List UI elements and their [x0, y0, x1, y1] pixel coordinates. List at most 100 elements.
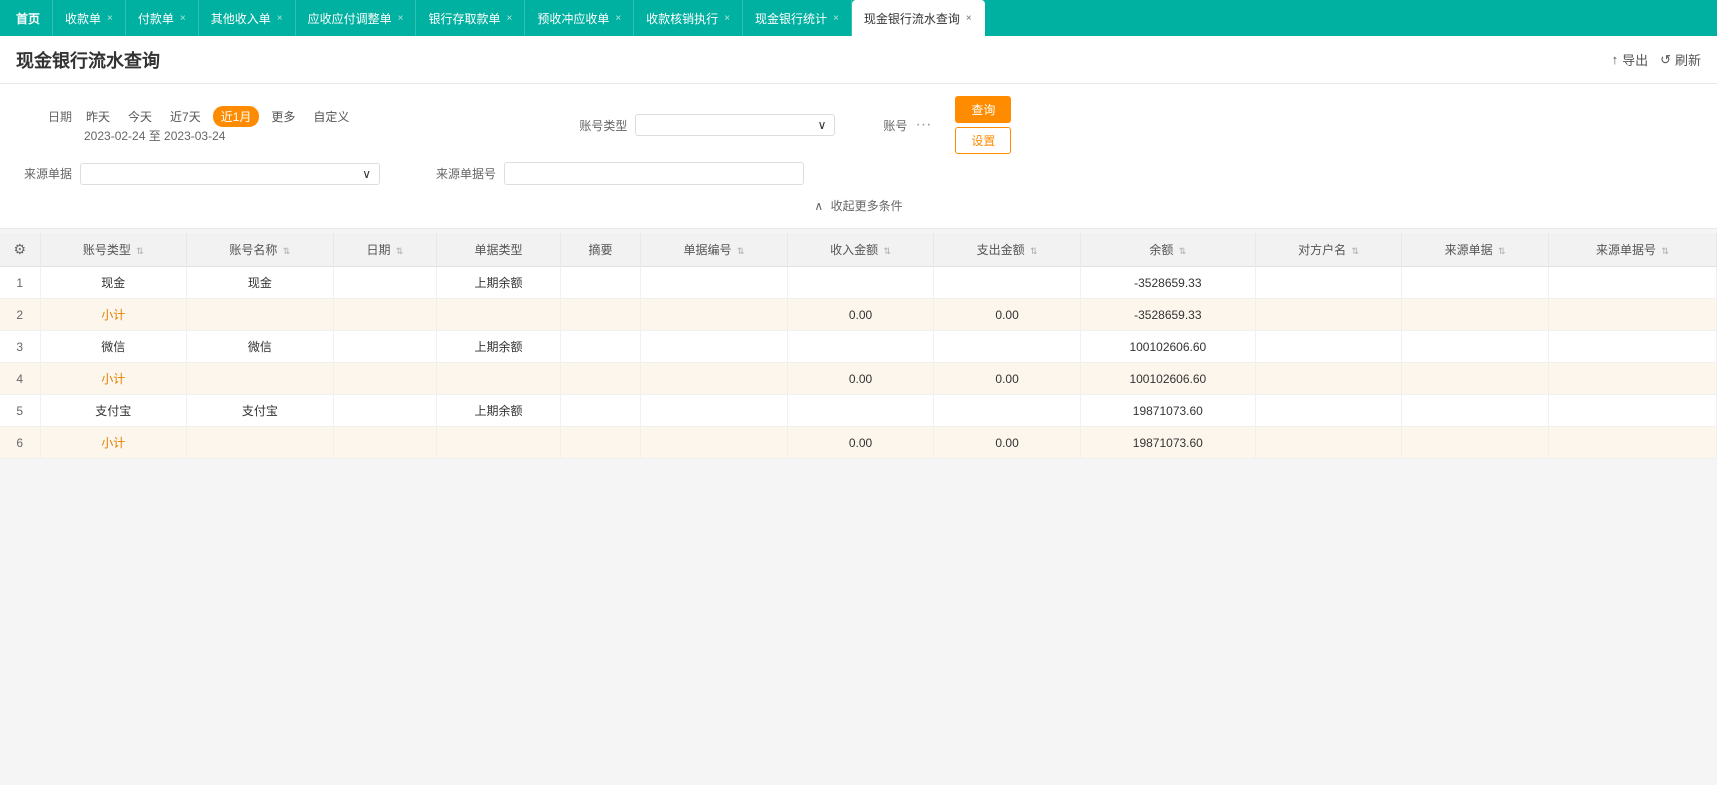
- column-settings-icon[interactable]: ⚙: [13, 241, 26, 257]
- th-doc-type[interactable]: 单据类型: [437, 233, 560, 267]
- th-doc-no[interactable]: 单据编号 ⇅: [641, 233, 788, 267]
- nav-tab-verify[interactable]: 收款核销执行 ×: [634, 0, 743, 36]
- th-doc-type-label: 单据类型: [474, 243, 522, 257]
- date-btn-custom[interactable]: 自定义: [307, 106, 355, 127]
- filter-row-1: 日期 昨天 今天 近7天 近1月 更多 自定义 2023-02-24 至 202…: [16, 96, 1701, 154]
- cell-income: [787, 331, 934, 363]
- th-counterparty[interactable]: 对方户名 ⇅: [1255, 233, 1402, 267]
- cell-source-doc-no: [1548, 395, 1716, 427]
- cell-balance: -3528659.33: [1080, 267, 1255, 299]
- cell-date: [333, 427, 437, 459]
- date-range-display: 2023-02-24 至 2023-03-24: [84, 127, 355, 144]
- sort-account-type-icon: ⇅: [136, 246, 144, 257]
- th-summary[interactable]: 摘要: [560, 233, 641, 267]
- page-title: 现金银行流水查询: [16, 47, 160, 73]
- th-source-doc-no-label: 来源单据号: [1596, 243, 1656, 257]
- close-other-income-icon[interactable]: ×: [277, 13, 283, 24]
- date-btn-more[interactable]: 更多: [265, 106, 301, 127]
- cell-account-name: 微信: [187, 331, 334, 363]
- th-account-name[interactable]: 账号名称 ⇅: [187, 233, 334, 267]
- nav-tab-receipt[interactable]: 收款单 ×: [53, 0, 126, 36]
- nav-tab-bank-stats[interactable]: 现金银行统计 ×: [743, 0, 852, 36]
- cell-date: [333, 363, 437, 395]
- cell-doc-type: [437, 299, 560, 331]
- close-payment-icon[interactable]: ×: [180, 13, 186, 24]
- account-type-select[interactable]: ∨: [635, 114, 835, 136]
- th-expense[interactable]: 支出金额 ⇅: [934, 233, 1081, 267]
- nav-tab-bank-flow[interactable]: 现金银行流水查询 ×: [852, 0, 985, 36]
- collapse-label: 收起更多条件: [831, 199, 903, 213]
- th-source-doc[interactable]: 来源单据 ⇅: [1402, 233, 1549, 267]
- cell-account-type: 小计: [40, 363, 187, 395]
- nav-tab-prepaid[interactable]: 预收冲应收单 ×: [525, 0, 634, 36]
- refresh-label: 刷新: [1675, 50, 1701, 69]
- close-verify-icon[interactable]: ×: [724, 13, 730, 24]
- cell-income: 0.00: [787, 299, 934, 331]
- table-row: 4小计0.000.00100102606.60: [0, 363, 1717, 395]
- nav-tab-home-label: 首页: [16, 10, 40, 27]
- data-table: ⚙ 账号类型 ⇅ 账号名称 ⇅ 日期 ⇅ 单据类型 摘要: [0, 233, 1717, 459]
- th-income[interactable]: 收入金额 ⇅: [787, 233, 934, 267]
- query-button[interactable]: 查询: [955, 96, 1011, 123]
- nav-tab-payment[interactable]: 付款单 ×: [126, 0, 199, 36]
- cell-expense: [934, 395, 1081, 427]
- close-receipt-icon[interactable]: ×: [107, 13, 113, 24]
- table-row: 5支付宝支付宝上期余额19871073.60: [0, 395, 1717, 427]
- cell-row-num: 4: [0, 363, 40, 395]
- account-dots-button[interactable]: ···: [915, 116, 931, 134]
- cell-account-type: 现金: [40, 267, 187, 299]
- settings-button[interactable]: 设置: [955, 127, 1011, 154]
- cell-account-name: [187, 427, 334, 459]
- cell-balance: 19871073.60: [1080, 427, 1255, 459]
- export-button[interactable]: ↑ 导出: [1612, 50, 1649, 69]
- th-source-doc-no[interactable]: 来源单据号 ⇅: [1548, 233, 1716, 267]
- refresh-button[interactable]: ↺ 刷新: [1660, 50, 1701, 69]
- export-icon: ↑: [1612, 52, 1619, 67]
- th-gear: ⚙: [0, 233, 40, 267]
- date-btn-today[interactable]: 今天: [122, 106, 158, 127]
- filter-row-2: 来源单据 ∨ 来源单据号: [16, 162, 1701, 185]
- cell-date: [333, 395, 437, 427]
- cell-date: [333, 267, 437, 299]
- close-prepaid-icon[interactable]: ×: [615, 13, 621, 24]
- cell-source-doc-no: [1548, 427, 1716, 459]
- cell-row-num: 5: [0, 395, 40, 427]
- th-counterparty-label: 对方户名: [1298, 243, 1346, 257]
- cell-summary: [560, 427, 641, 459]
- cell-income: [787, 267, 934, 299]
- th-balance[interactable]: 余额 ⇅: [1080, 233, 1255, 267]
- date-btn-7days[interactable]: 近7天: [164, 106, 207, 127]
- cell-account-name: 现金: [187, 267, 334, 299]
- source-doc-select[interactable]: ∨: [80, 163, 380, 185]
- close-bank-stats-icon[interactable]: ×: [833, 13, 839, 24]
- th-date[interactable]: 日期 ⇅: [333, 233, 437, 267]
- collapse-icon: ∧: [814, 199, 823, 213]
- nav-tab-bank-deposit-label: 银行存取款单: [428, 10, 500, 27]
- th-income-label: 收入金额: [830, 243, 878, 257]
- cell-source-doc-no: [1548, 267, 1716, 299]
- date-btn-yesterday[interactable]: 昨天: [80, 106, 116, 127]
- cell-doc-no: [641, 363, 788, 395]
- cell-summary: [560, 363, 641, 395]
- source-doc-num-input[interactable]: [504, 162, 804, 185]
- nav-tab-home[interactable]: 首页: [4, 0, 53, 36]
- collapse-bar[interactable]: ∧ 收起更多条件: [16, 193, 1701, 216]
- cell-source-doc-no: [1548, 331, 1716, 363]
- nav-tab-adjustment[interactable]: 应收应付调整单 ×: [296, 0, 417, 36]
- close-bank-deposit-icon[interactable]: ×: [506, 13, 512, 24]
- date-btn-1month[interactable]: 近1月: [213, 106, 260, 127]
- th-account-type[interactable]: 账号类型 ⇅: [40, 233, 187, 267]
- nav-tab-verify-label: 收款核销执行: [646, 10, 718, 27]
- nav-tab-bank-deposit[interactable]: 银行存取款单 ×: [416, 0, 525, 36]
- cell-income: 0.00: [787, 363, 934, 395]
- cell-source-doc: [1402, 427, 1549, 459]
- cell-date: [333, 331, 437, 363]
- close-adjustment-icon[interactable]: ×: [398, 13, 404, 24]
- cell-balance: 100102606.60: [1080, 363, 1255, 395]
- nav-tab-other-income[interactable]: 其他收入单 ×: [199, 0, 296, 36]
- cell-source-doc: [1402, 267, 1549, 299]
- account-label: 账号: [851, 117, 907, 134]
- close-bank-flow-icon[interactable]: ×: [966, 13, 972, 24]
- cell-expense: 0.00: [934, 363, 1081, 395]
- sort-counterparty-icon: ⇅: [1351, 246, 1359, 257]
